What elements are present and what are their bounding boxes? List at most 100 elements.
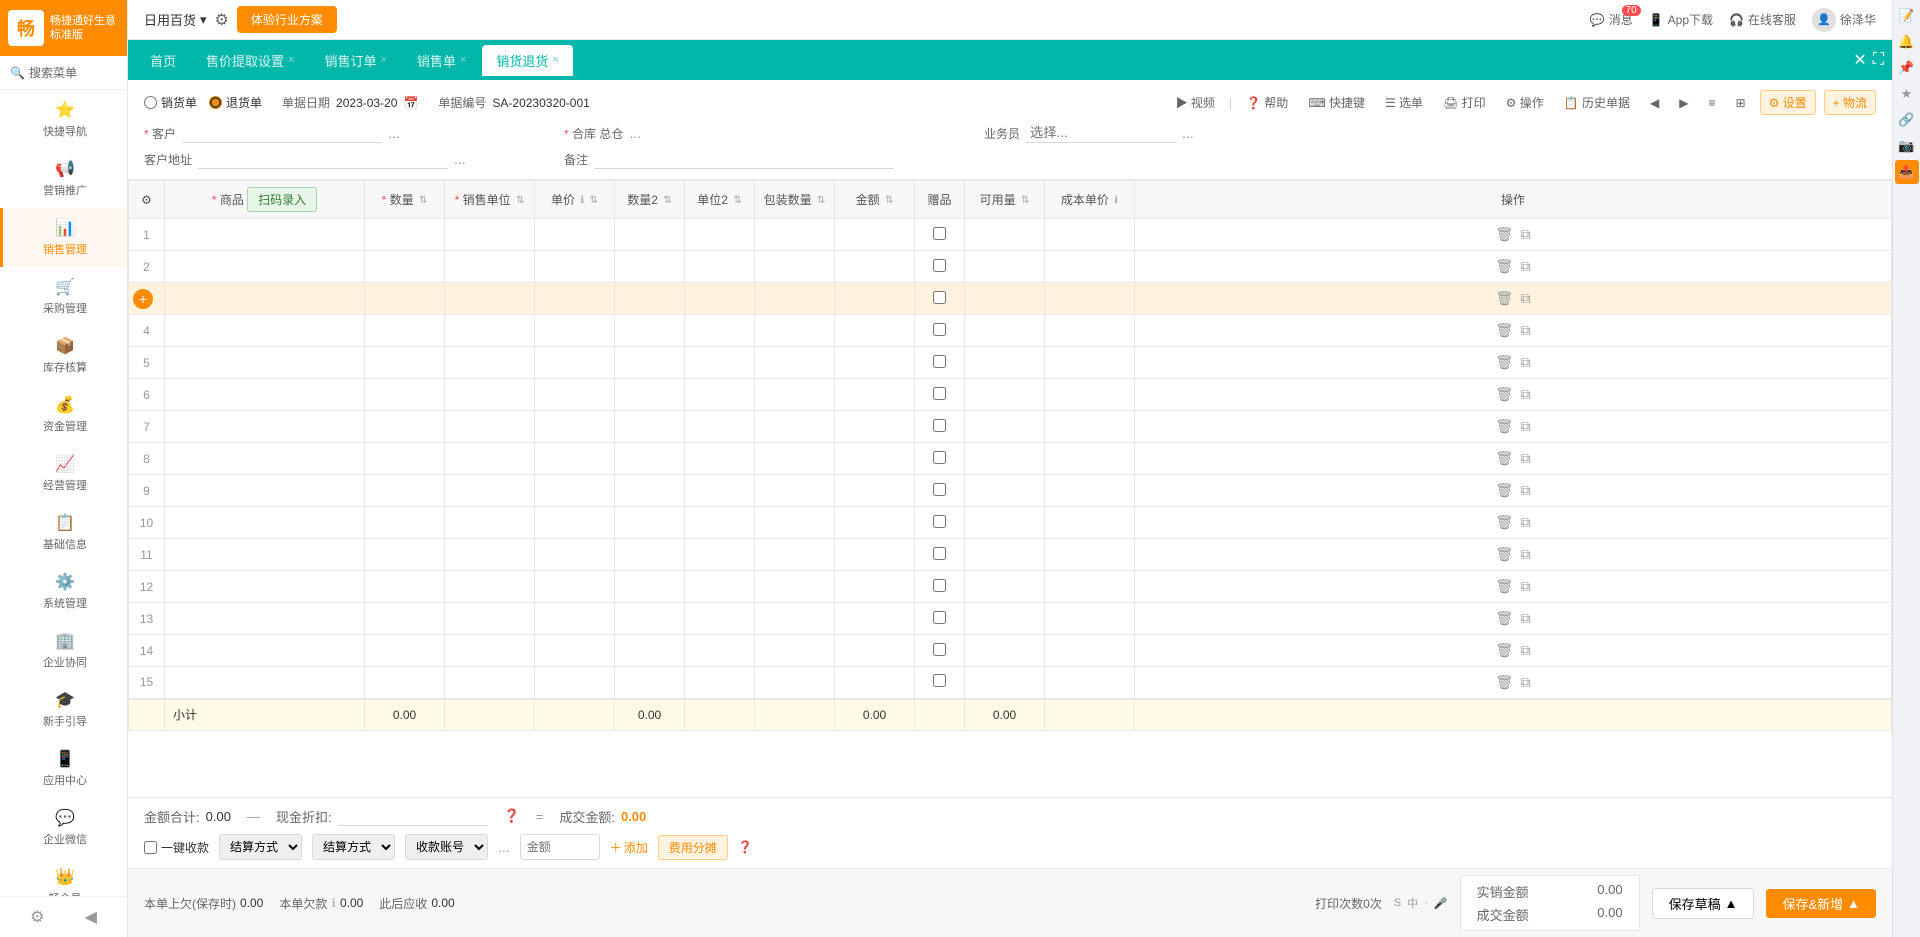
delete-row-button[interactable]: 🗑: [1493, 352, 1515, 373]
price-cell[interactable]: [535, 635, 615, 667]
qty-cell[interactable]: [365, 507, 445, 539]
copy-row-button[interactable]: ⧉: [1519, 640, 1533, 661]
copy-row-button[interactable]: ⧉: [1519, 544, 1533, 565]
cost-cell[interactable]: [1045, 667, 1135, 699]
available-cell[interactable]: [965, 347, 1045, 379]
settings-bottom-icon[interactable]: ⚙: [30, 907, 44, 927]
th-cost-info[interactable]: ℹ: [1114, 195, 1118, 206]
amount-cell[interactable]: [835, 411, 915, 443]
copy-row-button[interactable]: ⧉: [1519, 608, 1533, 629]
product-cell[interactable]: [165, 411, 365, 443]
unit2-cell[interactable]: [685, 219, 755, 251]
qty2-cell[interactable]: [615, 219, 685, 251]
price-cell[interactable]: [535, 603, 615, 635]
available-cell[interactable]: [965, 635, 1045, 667]
staff-picker-button[interactable]: ...: [1182, 125, 1194, 141]
available-cell[interactable]: [965, 539, 1045, 571]
delete-row-button[interactable]: 🗑: [1493, 512, 1515, 533]
pkg-cell[interactable]: [755, 315, 835, 347]
cost-cell[interactable]: [1045, 315, 1135, 347]
gift-cell[interactable]: [915, 603, 965, 635]
cost-cell[interactable]: [1045, 603, 1135, 635]
product-cell[interactable]: [165, 635, 365, 667]
cost-cell[interactable]: [1045, 283, 1135, 315]
unit-cell[interactable]: [445, 315, 535, 347]
available-cell[interactable]: [965, 571, 1045, 603]
help-formula-icon[interactable]: ❓: [504, 808, 520, 824]
unit2-cell[interactable]: [685, 571, 755, 603]
delete-row-button[interactable]: 🗑: [1493, 288, 1515, 309]
sidebar-search[interactable]: 🔍 搜索菜单: [0, 56, 127, 90]
unit2-cell[interactable]: [685, 539, 755, 571]
toolbar-select[interactable]: ☰ 选单: [1379, 92, 1429, 113]
staff-input[interactable]: [1026, 123, 1176, 143]
delete-row-button[interactable]: 🗑: [1493, 672, 1515, 693]
price-cell[interactable]: [535, 507, 615, 539]
account-select[interactable]: 收款账号: [405, 834, 488, 860]
available-cell[interactable]: [965, 507, 1045, 539]
gift-checkbox[interactable]: [933, 483, 946, 496]
qty-cell[interactable]: [365, 411, 445, 443]
gift-checkbox[interactable]: [933, 643, 946, 656]
qty-cell[interactable]: [365, 475, 445, 507]
pkg-cell[interactable]: [755, 379, 835, 411]
product-cell[interactable]: [165, 347, 365, 379]
app-download-button[interactable]: 📱 App下载: [1649, 11, 1713, 28]
th-unit2-sort[interactable]: ⇅: [733, 195, 741, 206]
pkg-cell[interactable]: [755, 667, 835, 699]
copy-row-button[interactable]: ⧉: [1519, 512, 1533, 533]
cost-cell[interactable]: [1045, 571, 1135, 603]
unit-cell[interactable]: [445, 443, 535, 475]
unit-cell[interactable]: [445, 571, 535, 603]
product-cell[interactable]: [165, 283, 365, 315]
radio-sales[interactable]: 销货单: [144, 94, 197, 111]
available-cell[interactable]: [965, 283, 1045, 315]
price-cell[interactable]: [535, 379, 615, 411]
unit2-cell[interactable]: [685, 603, 755, 635]
qty2-cell[interactable]: [615, 635, 685, 667]
one-click-collect-checkbox[interactable]: 一键收款: [144, 839, 209, 856]
gift-cell[interactable]: [915, 283, 965, 315]
gift-cell[interactable]: [915, 315, 965, 347]
form-settings-button[interactable]: ⚙ 设置: [1760, 90, 1816, 115]
gift-checkbox[interactable]: [933, 323, 946, 336]
delete-row-button[interactable]: 🗑: [1493, 480, 1515, 501]
price-cell[interactable]: [535, 475, 615, 507]
amount-cell[interactable]: [835, 475, 915, 507]
expense-split-button[interactable]: 费用分摊: [658, 835, 728, 860]
th-price-sort[interactable]: ⇅: [590, 195, 598, 206]
copy-row-button[interactable]: ⧉: [1519, 672, 1533, 693]
pkg-cell[interactable]: [755, 411, 835, 443]
unit2-cell[interactable]: [685, 315, 755, 347]
available-cell[interactable]: [965, 475, 1045, 507]
tab-sales[interactable]: 销售单 ×: [403, 45, 480, 76]
delete-row-button[interactable]: 🗑: [1493, 448, 1515, 469]
remark-input[interactable]: [594, 149, 894, 169]
qty-cell[interactable]: [365, 443, 445, 475]
price-cell[interactable]: [535, 539, 615, 571]
available-cell[interactable]: [965, 603, 1045, 635]
gift-cell[interactable]: [915, 507, 965, 539]
nav-prev-icon[interactable]: ◀: [1644, 94, 1665, 112]
address-picker-button[interactable]: ...: [454, 151, 466, 167]
row-add-btn-cell[interactable]: +: [129, 283, 165, 315]
gift-checkbox[interactable]: [933, 355, 946, 368]
available-cell[interactable]: [965, 411, 1045, 443]
qty-cell[interactable]: [365, 667, 445, 699]
amount-cell[interactable]: [835, 539, 915, 571]
cost-cell[interactable]: [1045, 411, 1135, 443]
amount-input[interactable]: [520, 834, 600, 860]
discount-input[interactable]: [338, 806, 488, 826]
pkg-cell[interactable]: [755, 507, 835, 539]
gift-cell[interactable]: [915, 571, 965, 603]
sidebar-item-apps[interactable]: 📱 应用中心: [0, 739, 127, 798]
th-qty2-sort[interactable]: ⇅: [663, 195, 671, 206]
available-cell[interactable]: [965, 315, 1045, 347]
gift-cell[interactable]: [915, 635, 965, 667]
product-cell[interactable]: [165, 251, 365, 283]
gift-checkbox[interactable]: [933, 387, 946, 400]
settings-gear-button[interactable]: ⚙: [215, 10, 229, 30]
product-cell[interactable]: [165, 379, 365, 411]
toolbar-operate[interactable]: ⚙ 操作: [1500, 92, 1550, 113]
right-panel-photo[interactable]: 📷: [1895, 134, 1919, 158]
